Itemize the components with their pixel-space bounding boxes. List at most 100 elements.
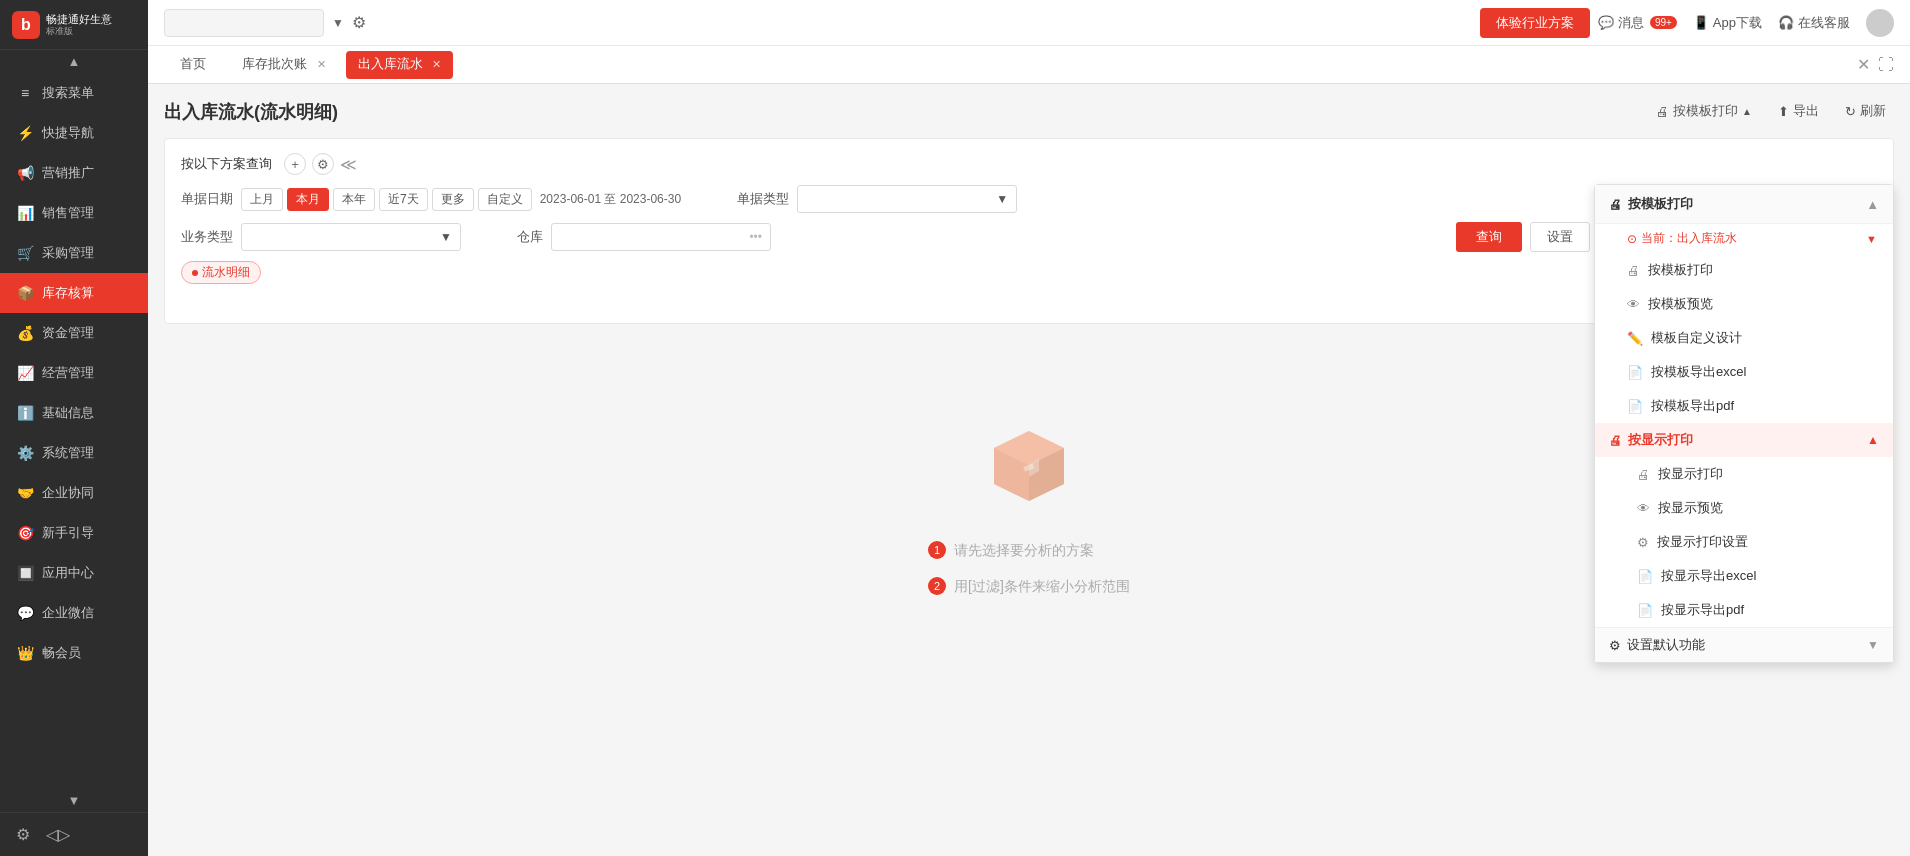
item-label: 按模板导出excel bbox=[1651, 363, 1746, 381]
subitem-label: 按显示导出pdf bbox=[1661, 601, 1744, 619]
print-template-btn[interactable]: 🖨 按模板打印 ▲ bbox=[1648, 98, 1760, 124]
date-btn-last-month[interactable]: 上月 bbox=[241, 188, 283, 211]
tab-batch-account[interactable]: 库存批次账 ✕ bbox=[226, 47, 342, 83]
empty-step-2: 2 用[过滤]条件来缩小分析范围 bbox=[928, 572, 1130, 600]
subitem-label: 按显示导出excel bbox=[1661, 567, 1756, 585]
wechat-icon: 💬 bbox=[16, 604, 34, 622]
page-content: 出入库流水(流水明细) 🖨 按模板打印 ▲ ⬆ 导出 ↻ 刷新 按以下方案查询 bbox=[148, 84, 1910, 856]
dropdown-item-print-template[interactable]: 🖨 按模板打印 bbox=[1595, 253, 1893, 287]
settings-footer-icon[interactable]: ⚙ bbox=[16, 825, 30, 844]
current-template-chevron[interactable]: ▼ bbox=[1866, 233, 1877, 245]
sidebar-item-inventory[interactable]: 📦 库存核算 bbox=[0, 273, 148, 313]
query-button[interactable]: 查询 bbox=[1456, 222, 1522, 252]
settings-button[interactable]: 设置 bbox=[1530, 222, 1590, 252]
sidebar-item-finance[interactable]: 💰 资金管理 bbox=[0, 313, 148, 353]
sidebar-item-label: 新手引导 bbox=[42, 524, 94, 542]
message-badge: 99+ bbox=[1650, 16, 1677, 29]
date-btn-more[interactable]: 更多 bbox=[432, 188, 474, 211]
dropdown-item-pdf-template[interactable]: 📄 按模板导出pdf bbox=[1595, 389, 1893, 423]
preview-template-item-icon: 👁 bbox=[1627, 297, 1640, 312]
sidebar-item-search[interactable]: ≡ 搜索菜单 bbox=[0, 73, 148, 113]
sidebar-item-label: 基础信息 bbox=[42, 404, 94, 422]
sidebar-item-purchase[interactable]: 🛒 采购管理 bbox=[0, 233, 148, 273]
sidebar-item-enterprise[interactable]: 🤝 企业协同 bbox=[0, 473, 148, 513]
dropdown-collapse-btn[interactable]: ▲ bbox=[1866, 197, 1879, 212]
dropdown-subitem-display-print[interactable]: 🖨 按显示打印 bbox=[1595, 457, 1893, 491]
tab-close-all-icon[interactable]: ✕ bbox=[1857, 55, 1870, 74]
settings-default-icon: ⚙ bbox=[1609, 638, 1621, 653]
footer-label: 设置默认功能 bbox=[1627, 636, 1705, 654]
warehouse-filter-field: 仓库 ••• bbox=[517, 223, 771, 251]
tab-home[interactable]: 首页 bbox=[164, 47, 222, 83]
filter-collapse-icon[interactable]: ≪ bbox=[340, 155, 357, 174]
footer-chevron: ▼ bbox=[1867, 638, 1879, 652]
export-btn[interactable]: ⬆ 导出 bbox=[1770, 98, 1827, 124]
tab-close-batch[interactable]: ✕ bbox=[317, 58, 326, 70]
message-btn[interactable]: 💬 消息 99+ bbox=[1598, 14, 1677, 32]
sidebar-item-wechat[interactable]: 💬 企业微信 bbox=[0, 593, 148, 633]
online-service-btn[interactable]: 🎧 在线客服 bbox=[1778, 14, 1850, 32]
member-icon: 👑 bbox=[16, 644, 34, 662]
dropdown-subitem-display-pdf[interactable]: 📄 按显示导出pdf bbox=[1595, 593, 1893, 627]
date-btn-7days[interactable]: 近7天 bbox=[379, 188, 428, 211]
filter-actions: + ⚙ ≪ bbox=[284, 153, 357, 175]
user-avatar[interactable] bbox=[1866, 9, 1894, 37]
sidebar-item-label: 应用中心 bbox=[42, 564, 94, 582]
sidebar-item-system[interactable]: ⚙️ 系统管理 bbox=[0, 433, 148, 473]
sidebar-item-marketing[interactable]: 📢 营销推广 bbox=[0, 153, 148, 193]
sales-icon: 📊 bbox=[16, 204, 34, 222]
biztype-field-label: 业务类型 bbox=[181, 228, 233, 246]
date-btn-custom[interactable]: 自定义 bbox=[478, 188, 532, 211]
print-chevron-up: ▲ bbox=[1742, 106, 1752, 117]
dropdown-item-preview-template[interactable]: 👁 按模板预览 bbox=[1595, 287, 1893, 321]
sidebar-item-basics[interactable]: ℹ️ 基础信息 bbox=[0, 393, 148, 433]
sidebar-scroll-up[interactable]: ▲ bbox=[0, 50, 148, 73]
sidebar-footer: ⚙ ◁▷ bbox=[0, 812, 148, 856]
date-btn-this-year[interactable]: 本年 bbox=[333, 188, 375, 211]
dropdown-item-design-template[interactable]: ✏️ 模板自定义设计 bbox=[1595, 321, 1893, 355]
sidebar-item-appcenter[interactable]: 🔲 应用中心 bbox=[0, 553, 148, 593]
sidebar-scroll-down[interactable]: ▼ bbox=[0, 789, 148, 812]
active-filter-tag[interactable]: 流水明细 bbox=[181, 261, 261, 284]
display-print-section-header[interactable]: 🖨 按显示打印 ▲ bbox=[1595, 423, 1893, 457]
message-icon: 💬 bbox=[1598, 15, 1614, 30]
filter-label: 按以下方案查询 bbox=[181, 155, 272, 173]
print-icon: 🖨 bbox=[1656, 104, 1669, 119]
collapse-footer-icon[interactable]: ◁▷ bbox=[46, 825, 70, 844]
header-search-input[interactable] bbox=[164, 9, 324, 37]
dropdown-subitem-display-excel[interactable]: 📄 按显示导出excel bbox=[1595, 559, 1893, 593]
sidebar-item-guide[interactable]: 🎯 新手引导 bbox=[0, 513, 148, 553]
warehouse-more-icon: ••• bbox=[749, 230, 762, 244]
display-settings-icon: ⚙ bbox=[1637, 535, 1649, 550]
tab-maximize-icon[interactable]: ⛶ bbox=[1878, 56, 1894, 74]
trial-btn[interactable]: 体验行业方案 bbox=[1480, 8, 1590, 38]
type-select-chevron: ▼ bbox=[996, 192, 1008, 206]
sidebar-item-sales[interactable]: 📊 销售管理 bbox=[0, 193, 148, 233]
header-gear-icon[interactable]: ⚙ bbox=[352, 13, 366, 32]
tabs-bar: 首页 库存批次账 ✕ 出入库流水 ✕ ✕ ⛶ bbox=[148, 46, 1910, 84]
sidebar-item-operations[interactable]: 📈 经营管理 bbox=[0, 353, 148, 393]
biztype-select[interactable]: ▼ bbox=[241, 223, 461, 251]
tab-stock-flow[interactable]: 出入库流水 ✕ bbox=[346, 51, 454, 79]
filter-add-button[interactable]: + bbox=[284, 153, 306, 175]
finance-icon: 💰 bbox=[16, 324, 34, 342]
type-select[interactable]: ▼ bbox=[797, 185, 1017, 213]
tab-close-flow[interactable]: ✕ bbox=[432, 58, 441, 70]
page-actions: 🖨 按模板打印 ▲ ⬆ 导出 ↻ 刷新 bbox=[1648, 98, 1894, 124]
refresh-btn[interactable]: ↻ 刷新 bbox=[1837, 98, 1894, 124]
dropdown-subitem-display-settings[interactable]: ⚙ 按显示打印设置 bbox=[1595, 525, 1893, 559]
header-dropdown-chevron[interactable]: ▼ bbox=[332, 16, 344, 30]
app-download-btn[interactable]: 📱 App下载 bbox=[1693, 14, 1762, 32]
design-template-item-icon: ✏️ bbox=[1627, 331, 1643, 346]
message-label: 消息 bbox=[1618, 14, 1644, 32]
date-btn-this-month[interactable]: 本月 bbox=[287, 188, 329, 211]
filter-setting-button[interactable]: ⚙ bbox=[312, 153, 334, 175]
warehouse-select[interactable]: ••• bbox=[551, 223, 771, 251]
display-print-icon: 🖨 bbox=[1637, 467, 1650, 482]
sidebar-item-quicknav[interactable]: ⚡ 快捷导航 bbox=[0, 113, 148, 153]
dropdown-footer[interactable]: ⚙ 设置默认功能 ▼ bbox=[1595, 627, 1893, 662]
app-logo-icon: b bbox=[12, 11, 40, 39]
dropdown-subitem-display-preview[interactable]: 👁 按显示预览 bbox=[1595, 491, 1893, 525]
sidebar-item-member[interactable]: 👑 畅会员 bbox=[0, 633, 148, 673]
dropdown-item-excel-template[interactable]: 📄 按模板导出excel bbox=[1595, 355, 1893, 389]
